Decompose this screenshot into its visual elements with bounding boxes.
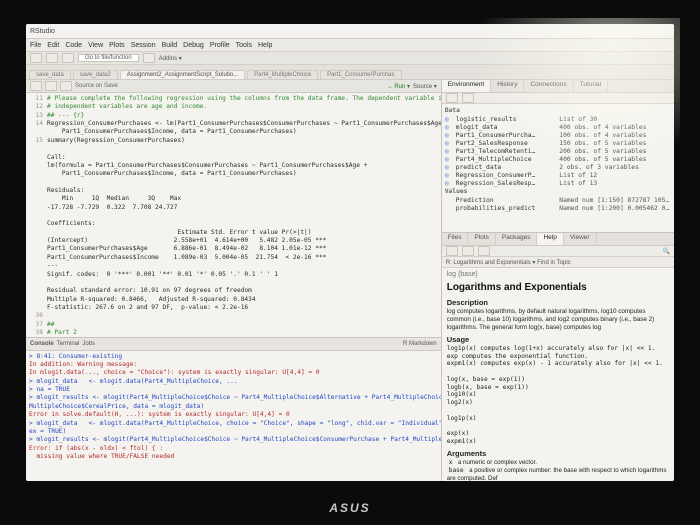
- window-titlebar: RStudio: [26, 24, 674, 39]
- help-back-button[interactable]: [446, 246, 458, 256]
- menu-plots[interactable]: Plots: [109, 42, 125, 49]
- main-toolbar: Go to file/function Addins ▾: [26, 52, 674, 65]
- pane-container: Source on Save → Run ▾ Source ▾ 11# Plea…: [26, 80, 674, 481]
- console-status: R Markdown: [403, 341, 437, 347]
- menu-file[interactable]: File: [30, 42, 41, 49]
- help-nav: R: Logarithms and Exponentials ▾ Find in…: [442, 257, 674, 268]
- env-data-header: Data: [445, 106, 671, 115]
- env-row[interactable]: ◎predict_data2 obs. of 3 variables: [445, 163, 671, 171]
- tab-terminal[interactable]: Terminal: [57, 341, 80, 347]
- tab-packages[interactable]: Packages: [496, 233, 538, 245]
- app-title: RStudio: [30, 28, 55, 35]
- source-editor[interactable]: 11# Please complete the following regres…: [26, 93, 441, 337]
- env-row[interactable]: ◎Part3_TelecomRetenti…200 obs. of 5 vari…: [445, 147, 671, 155]
- env-value-row[interactable]: probabilities_predictNamed num [1:200] 0…: [445, 204, 671, 212]
- env-row[interactable]: ◎logistic_resultsList of 30: [445, 115, 671, 123]
- help-description: log computes logarithms, by default natu…: [447, 308, 669, 332]
- help-toolbar: 🔍: [442, 246, 674, 257]
- env-values-header: Values: [445, 187, 671, 196]
- help-description-heading: Description: [447, 298, 669, 307]
- tab-viewer[interactable]: Viewer: [564, 233, 597, 245]
- console-pane: Console Terminal Jobs R Markdown > 8:41:…: [26, 337, 441, 481]
- source-tabstrip: save_data save_data2 Assignment2_Assignm…: [26, 65, 674, 80]
- save-source-button[interactable]: [60, 81, 72, 91]
- help-home-button[interactable]: [478, 246, 490, 256]
- help-breadcrumb[interactable]: R: Logarithms and Exponentials ▾ Find in…: [446, 259, 571, 266]
- tab-history[interactable]: History: [491, 80, 524, 92]
- help-arguments-heading: Arguments: [447, 449, 669, 458]
- source-button[interactable]: Source ▾: [413, 83, 437, 90]
- tab-save-data[interactable]: save_data: [29, 70, 71, 79]
- menu-debug[interactable]: Debug: [183, 42, 204, 49]
- help-search-icon[interactable]: 🔍: [663, 248, 670, 255]
- env-toolbar: [442, 93, 674, 104]
- env-row[interactable]: ◎Part2_SalesResponse150 obs. of 5 variab…: [445, 139, 671, 147]
- forward-button[interactable]: [45, 81, 57, 91]
- menu-session[interactable]: Session: [131, 42, 156, 49]
- help-content[interactable]: log {base} Logarithms and Exponentials D…: [442, 268, 674, 481]
- environment-list[interactable]: Data ◎logistic_resultsList of 30◎mlogit_…: [442, 104, 674, 232]
- help-forward-button[interactable]: [462, 246, 474, 256]
- env-value-row[interactable]: PredictionNamed num [1:150] 872787 10514…: [445, 196, 671, 204]
- env-clear-button[interactable]: [462, 93, 474, 103]
- tab-connections[interactable]: Connections: [524, 80, 573, 92]
- tab-files[interactable]: Files: [442, 233, 469, 245]
- help-title: Logarithms and Exponentials: [447, 282, 669, 295]
- laptop-brand: ASUS: [329, 501, 370, 515]
- env-tabs: Environment History Connections Tutorial: [442, 80, 674, 93]
- laptop-bezel: RStudio File Edit Code View Plots Sessio…: [0, 0, 700, 525]
- source-on-save-check[interactable]: Source on Save: [75, 83, 118, 89]
- tab-plots[interactable]: Plots: [468, 233, 495, 245]
- console-output[interactable]: > 8:41: Consumer-existingIn addition: Wa…: [26, 351, 441, 481]
- env-row[interactable]: ◎Regression_SalesResp…List of 13: [445, 179, 671, 187]
- menu-code[interactable]: Code: [65, 42, 82, 49]
- menu-edit[interactable]: Edit: [47, 42, 59, 49]
- tab-part4[interactable]: Part4_MultipleChoice: [247, 70, 318, 79]
- open-file-button[interactable]: [46, 53, 58, 63]
- menu-tools[interactable]: Tools: [236, 42, 252, 49]
- tab-jobs[interactable]: Jobs: [82, 341, 95, 347]
- addins-menu[interactable]: Addins ▾: [159, 55, 182, 62]
- menu-build[interactable]: Build: [162, 42, 178, 49]
- vcs-button[interactable]: [143, 53, 155, 63]
- new-file-button[interactable]: [30, 53, 42, 63]
- tab-environment[interactable]: Environment: [442, 80, 492, 92]
- environment-pane: Environment History Connections Tutorial…: [442, 80, 674, 232]
- console-tabs: Console Terminal Jobs R Markdown: [26, 338, 441, 351]
- env-row[interactable]: ◎Regression_ConsumerP…List of 12: [445, 171, 671, 179]
- save-button[interactable]: [62, 53, 74, 63]
- env-row[interactable]: ◎Part1_ConsumerPurcha…100 obs. of 4 vari…: [445, 131, 671, 139]
- help-usage-heading: Usage: [447, 335, 669, 344]
- tab-tutorial[interactable]: Tutorial: [574, 80, 608, 92]
- source-pane-toolbar: Source on Save → Run ▾ Source ▾: [26, 80, 441, 93]
- tab-console[interactable]: Console: [30, 341, 54, 347]
- tab-save-data2[interactable]: save_data2: [73, 70, 118, 79]
- tab-part1[interactable]: Part1_ConsumerPurchas: [320, 70, 401, 79]
- menu-profile[interactable]: Profile: [210, 42, 230, 49]
- env-row[interactable]: ◎mlogit_data400 obs. of 4 variables: [445, 123, 671, 131]
- help-tabs: Files Plots Packages Help Viewer: [442, 233, 674, 246]
- menu-help[interactable]: Help: [258, 42, 272, 49]
- env-row[interactable]: ◎Part4_MultipleChoice400 obs. of 5 varia…: [445, 155, 671, 163]
- left-column: Source on Save → Run ▾ Source ▾ 11# Plea…: [26, 80, 442, 481]
- menu-view[interactable]: View: [88, 42, 103, 49]
- back-button[interactable]: [30, 81, 42, 91]
- menu-bar: File Edit Code View Plots Session Build …: [26, 39, 674, 52]
- env-import-button[interactable]: [446, 93, 458, 103]
- right-column: Environment History Connections Tutorial…: [442, 80, 674, 481]
- screen: RStudio File Edit Code View Plots Sessio…: [26, 24, 674, 481]
- help-topic: log {base}: [447, 271, 669, 280]
- run-button[interactable]: → Run ▾: [387, 83, 410, 90]
- tab-assignment2[interactable]: Assignment2_AssignmentScript_Solutio...: [120, 70, 245, 79]
- tab-help[interactable]: Help: [537, 233, 563, 245]
- source-pane: Source on Save → Run ▾ Source ▾ 11# Plea…: [26, 80, 441, 337]
- help-pane: Files Plots Packages Help Viewer 🔍: [442, 232, 674, 481]
- goto-file-input[interactable]: Go to file/function: [78, 54, 139, 62]
